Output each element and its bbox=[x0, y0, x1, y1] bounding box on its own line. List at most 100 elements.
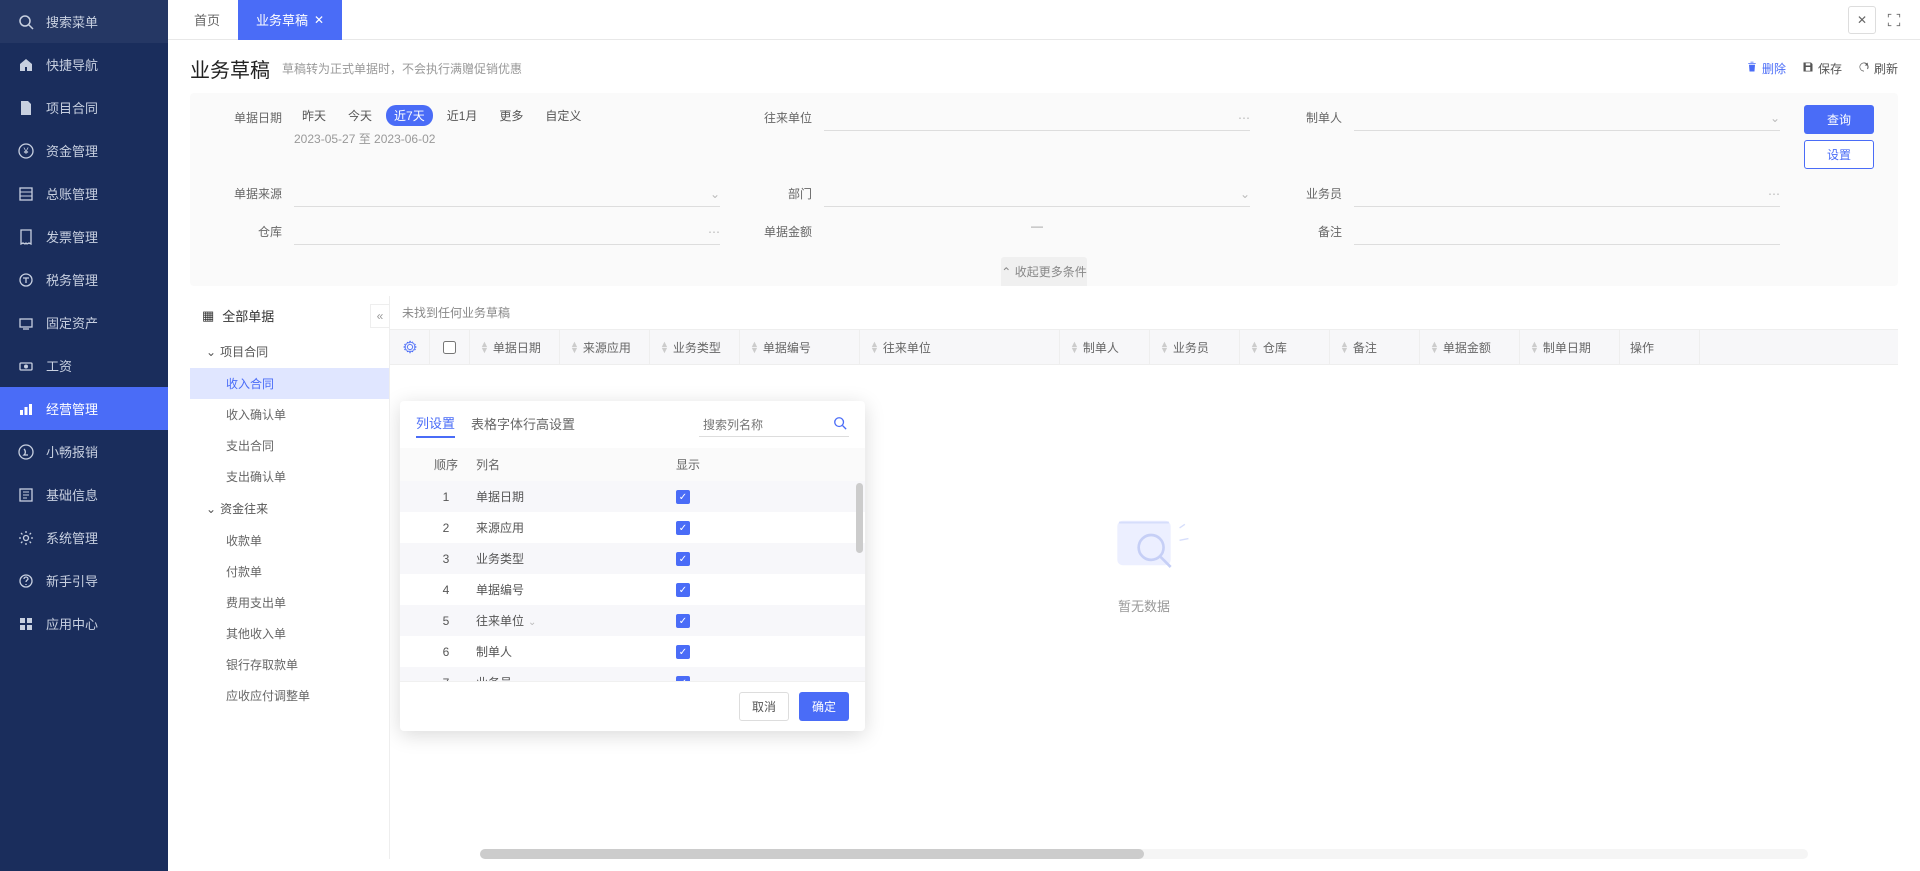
sidebar-item-6[interactable]: 税务管理 bbox=[0, 258, 168, 301]
sales-input[interactable]: ⋯ bbox=[1354, 181, 1780, 207]
tab-0[interactable]: 首页 bbox=[176, 0, 238, 40]
wh-input[interactable]: ⋯ bbox=[294, 219, 720, 245]
table-column-header[interactable]: ▲▼业务类型 bbox=[650, 330, 740, 364]
table-column-header[interactable]: ▲▼业务员 bbox=[1150, 330, 1240, 364]
show-checkbox[interactable]: ✓ bbox=[676, 645, 690, 659]
tree-item[interactable]: 收入确认单 bbox=[190, 399, 389, 430]
popover-scrollbar[interactable] bbox=[856, 483, 863, 553]
fullscreen-button[interactable] bbox=[1880, 6, 1908, 34]
tree-item[interactable]: 银行存取款单 bbox=[190, 649, 389, 680]
select-all-checkbox[interactable] bbox=[430, 330, 470, 364]
table-column-header[interactable]: ▲▼备注 bbox=[1330, 330, 1420, 364]
table-column-header[interactable]: ▲▼单据日期 bbox=[470, 330, 560, 364]
column-settings-row[interactable]: 3业务类型✓ bbox=[400, 543, 865, 574]
table-column-header[interactable]: ▲▼制单人 bbox=[1060, 330, 1150, 364]
tree-item[interactable]: 费用支出单 bbox=[190, 587, 389, 618]
sidebar-item-14[interactable]: 应用中心 bbox=[0, 602, 168, 645]
popover-tab-columns[interactable]: 列设置 bbox=[416, 413, 455, 438]
date-tag[interactable]: 今天 bbox=[340, 105, 380, 126]
more-icon[interactable]: ⋯ bbox=[1768, 187, 1780, 201]
tree-item[interactable]: 收款单 bbox=[190, 525, 389, 556]
save-action[interactable]: 保存 bbox=[1802, 60, 1842, 77]
more-icon[interactable]: ⋯ bbox=[708, 225, 720, 239]
horizontal-scrollbar[interactable] bbox=[480, 849, 1808, 859]
sidebar-item-4[interactable]: 总账管理 bbox=[0, 172, 168, 215]
creator-input[interactable]: ⌄ bbox=[1354, 105, 1780, 131]
partner-input[interactable]: ⋯ bbox=[824, 105, 1250, 131]
show-checkbox[interactable]: ✓ bbox=[676, 676, 690, 681]
sidebar-item-11[interactable]: 基础信息 bbox=[0, 473, 168, 516]
chevron-down-icon[interactable]: ⌄ bbox=[528, 617, 536, 628]
tree-item[interactable]: 应收应付调整单 bbox=[190, 680, 389, 711]
delete-action[interactable]: 删除 bbox=[1746, 60, 1786, 77]
column-settings-row[interactable]: 2来源应用✓ bbox=[400, 512, 865, 543]
popover-ok-button[interactable]: 确定 bbox=[799, 692, 849, 721]
table-column-header[interactable]: ▲▼来源应用 bbox=[560, 330, 650, 364]
sidebar-item-13[interactable]: 新手引导 bbox=[0, 559, 168, 602]
column-settings-row[interactable]: 1单据日期✓ bbox=[400, 481, 865, 512]
date-tag[interactable]: 更多 bbox=[491, 105, 531, 126]
sidebar-item-8[interactable]: 工资 bbox=[0, 344, 168, 387]
chevron-down-icon[interactable]: ⌄ bbox=[710, 187, 720, 201]
show-checkbox[interactable]: ✓ bbox=[676, 614, 690, 628]
tree-item[interactable]: 其他收入单 bbox=[190, 618, 389, 649]
date-tag[interactable]: 近7天 bbox=[386, 105, 433, 126]
tree-item[interactable]: 支出确认单 bbox=[190, 461, 389, 492]
date-tag[interactable]: 自定义 bbox=[537, 105, 589, 126]
table-column-header[interactable]: ▲▼单据金额 bbox=[1420, 330, 1520, 364]
tree-item[interactable]: 收入合同 bbox=[190, 368, 389, 399]
chevron-down-icon[interactable]: ⌄ bbox=[516, 679, 524, 681]
tree-collapse-button[interactable]: « bbox=[370, 304, 390, 328]
sidebar-item-5[interactable]: 发票管理 bbox=[0, 215, 168, 258]
settings-button[interactable]: 设置 bbox=[1804, 140, 1874, 169]
date-tag[interactable]: 昨天 bbox=[294, 105, 334, 126]
scrollbar-thumb[interactable] bbox=[480, 849, 1144, 859]
table-column-header[interactable]: ▲▼往来单位 bbox=[860, 330, 1060, 364]
date-tag[interactable]: 近1月 bbox=[439, 105, 486, 126]
source-input[interactable]: ⌄ bbox=[294, 181, 720, 207]
refresh-action[interactable]: 刷新 bbox=[1858, 60, 1898, 77]
tree-group[interactable]: ⌄项目合同 bbox=[190, 335, 389, 368]
column-settings-row[interactable]: 6制单人✓ bbox=[400, 636, 865, 667]
show-checkbox[interactable]: ✓ bbox=[676, 583, 690, 597]
row-order: 1 bbox=[416, 490, 476, 504]
close-icon[interactable]: ✕ bbox=[314, 13, 324, 27]
sidebar-item-12[interactable]: 系统管理 bbox=[0, 516, 168, 559]
dept-input[interactable]: ⌄ bbox=[824, 181, 1250, 207]
table-column-header[interactable]: 操作 bbox=[1620, 330, 1700, 364]
sidebar-item-0[interactable]: 搜索菜单 bbox=[0, 0, 168, 43]
collapse-filters-button[interactable]: ⌃ 收起更多条件 bbox=[1001, 257, 1086, 286]
sidebar-item-2[interactable]: 项目合同 bbox=[0, 86, 168, 129]
sidebar-item-7[interactable]: 固定资产 bbox=[0, 301, 168, 344]
query-button[interactable]: 查询 bbox=[1804, 105, 1874, 134]
table-column-header[interactable]: ▲▼制单日期 bbox=[1520, 330, 1620, 364]
refresh-icon bbox=[1858, 61, 1870, 76]
chevron-down-icon[interactable]: ⌄ bbox=[1240, 187, 1250, 201]
tree-group[interactable]: ⌄资金往来 bbox=[190, 492, 389, 525]
column-search-input[interactable] bbox=[699, 414, 849, 437]
show-checkbox[interactable]: ✓ bbox=[676, 490, 690, 504]
popover-cancel-button[interactable]: 取消 bbox=[739, 692, 789, 721]
table-column-header[interactable]: ▲▼单据编号 bbox=[740, 330, 860, 364]
column-settings-button[interactable] bbox=[390, 330, 430, 364]
sidebar-item-3[interactable]: ¥资金管理 bbox=[0, 129, 168, 172]
tab-close-button[interactable]: ✕ bbox=[1848, 6, 1876, 34]
tree-item[interactable]: 支出合同 bbox=[190, 430, 389, 461]
tab-1[interactable]: 业务草稿✕ bbox=[238, 0, 342, 40]
column-settings-row[interactable]: 7业务员⌄✓ bbox=[400, 667, 865, 681]
sidebar-item-9[interactable]: 经营管理 bbox=[0, 387, 168, 430]
sidebar-item-10[interactable]: 小畅报销 bbox=[0, 430, 168, 473]
remark-input[interactable] bbox=[1354, 219, 1780, 245]
more-icon[interactable]: ⋯ bbox=[1238, 111, 1250, 125]
chevron-down-icon[interactable]: ⌄ bbox=[1770, 111, 1780, 125]
popover-tab-font[interactable]: 表格字体行高设置 bbox=[471, 414, 575, 437]
column-settings-row[interactable]: 5往来单位⌄✓ bbox=[400, 605, 865, 636]
sidebar-item-label: 经营管理 bbox=[46, 399, 98, 418]
table-column-header[interactable]: ▲▼仓库 bbox=[1240, 330, 1330, 364]
column-settings-row[interactable]: 4单据编号✓ bbox=[400, 574, 865, 605]
show-checkbox[interactable]: ✓ bbox=[676, 552, 690, 566]
tree-item[interactable]: 付款单 bbox=[190, 556, 389, 587]
table-panel: 未找到任何业务草稿 ▲▼单据日期▲▼来源应用▲▼业务类型▲▼单据编号▲▼往来单位… bbox=[390, 296, 1898, 859]
sidebar-item-1[interactable]: 快捷导航 bbox=[0, 43, 168, 86]
show-checkbox[interactable]: ✓ bbox=[676, 521, 690, 535]
